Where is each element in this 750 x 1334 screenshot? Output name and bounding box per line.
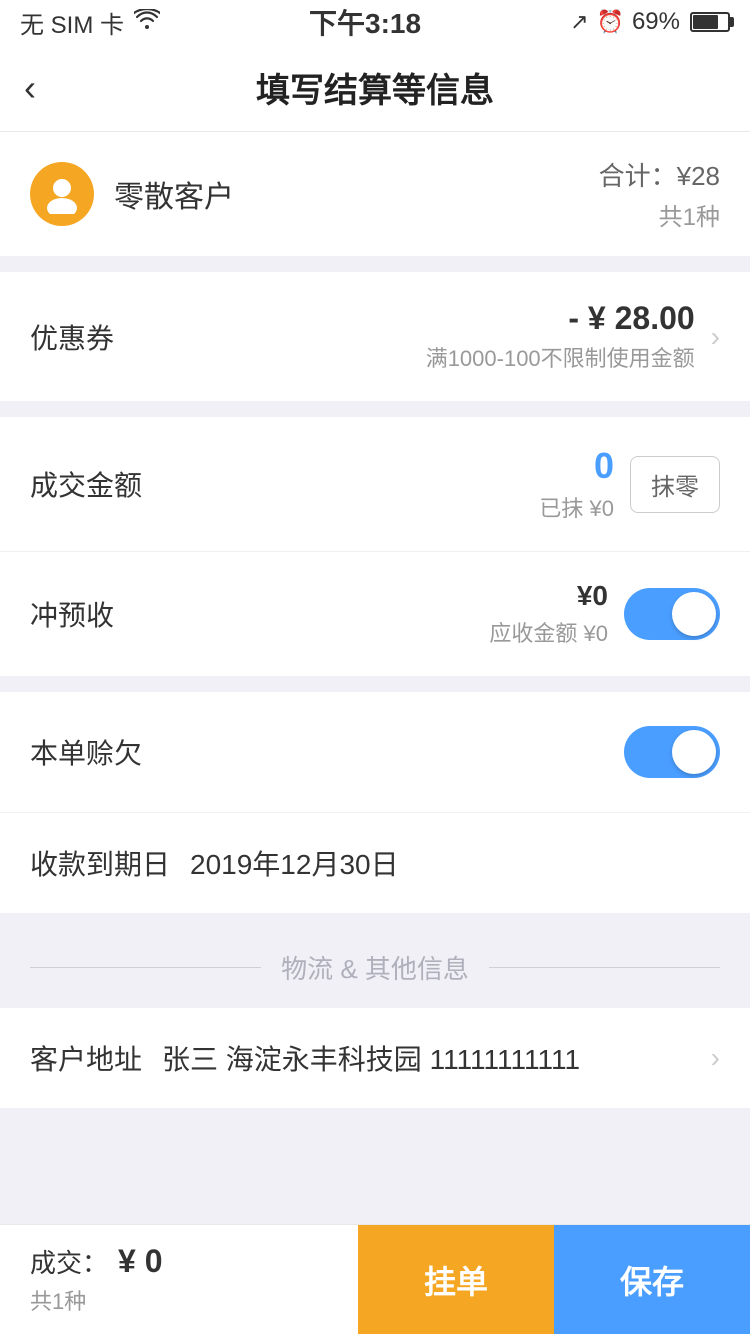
coupon-desc: 满1000-100不限制使用金额 [426, 341, 695, 373]
battery-percent: 69% [632, 8, 680, 36]
deal-prepay-section: 成交金额 0 已抹 ¥0 抹零 冲预收 ¥0 应收金额 ¥0 [0, 417, 750, 676]
wifi-icon [134, 8, 160, 36]
deal-amount-label: 成交金额 [30, 464, 142, 504]
status-right: ↗ ⏰ 69% [570, 8, 730, 36]
coupon-section: 优惠券 - ¥ 28.00 满1000-100不限制使用金额 › [0, 272, 750, 401]
prepay-right-container: ¥0 应收金额 ¥0 [489, 580, 720, 648]
alarm-icon: ⏰ [597, 9, 624, 35]
credit-label: 本单赊欠 [30, 732, 142, 772]
credit-section: 本单赊欠 收款到期日 2019年12月30日 [0, 692, 750, 913]
address-label: 客户地址 [30, 1038, 142, 1078]
customer-right: 合计：¥28 共1种 [599, 156, 720, 232]
due-date-value: 2019年12月30日 [190, 843, 399, 883]
customer-card: 零散客户 合计：¥28 共1种 [0, 132, 750, 256]
logistics-text: 物流 & 其他信息 [261, 949, 489, 986]
save-button[interactable]: 保存 [554, 1225, 750, 1334]
prepay-right: ¥0 应收金额 ¥0 [489, 580, 608, 648]
customer-avatar [30, 162, 94, 226]
total-label: 合计：¥28 [599, 156, 720, 193]
bottom-count: 共1种 [30, 1284, 328, 1316]
round-zero-button[interactable]: 抹零 [630, 456, 720, 513]
toggle-knob [672, 592, 716, 636]
bottom-summary: 成交： ¥ 0 共1种 [0, 1225, 358, 1334]
due-date-label: 收款到期日 [30, 843, 170, 883]
hold-button[interactable]: 挂单 [358, 1225, 554, 1334]
due-date-row: 收款到期日 2019年12月30日 [0, 812, 750, 913]
coupon-value: - ¥ 28.00 [426, 300, 695, 337]
prepay-row: 冲预收 ¥0 应收金额 ¥0 [0, 552, 750, 676]
bottom-bar: 成交： ¥ 0 共1种 挂单 保存 [0, 1224, 750, 1334]
already-rounded: 已抹 ¥0 [539, 491, 614, 523]
logistics-line-right [489, 967, 720, 968]
coupon-label: 优惠券 [30, 317, 114, 357]
coupon-chevron-icon: › [711, 321, 720, 353]
prepay-label: 冲预收 [30, 594, 114, 634]
address-row[interactable]: 客户地址 张三 海淀永丰科技园 11111111111 › [0, 1008, 750, 1108]
bottom-deal-label: 成交： [30, 1243, 108, 1280]
deal-amount-right: 0 已抹 ¥0 抹零 [539, 445, 720, 523]
status-time: 下午3:18 [309, 2, 421, 42]
deal-amount-value: 0 [539, 445, 614, 487]
status-left: 无 SIM 卡 [20, 5, 160, 40]
bottom-deal: 成交： ¥ 0 [30, 1243, 328, 1280]
no-sim-text: 无 SIM 卡 [20, 5, 124, 40]
credit-toggle-knob [672, 730, 716, 774]
prepay-toggle[interactable] [624, 588, 720, 640]
deal-amount-col: 0 已抹 ¥0 [539, 445, 614, 523]
address-chevron-icon: › [711, 1042, 720, 1074]
credit-toggle[interactable] [624, 726, 720, 778]
logistics-line-left [30, 967, 261, 968]
status-bar: 无 SIM 卡 下午3:18 ↗ ⏰ 69% [0, 0, 750, 44]
prepay-amount: ¥0 [489, 580, 608, 612]
back-button[interactable]: ‹ [24, 67, 36, 109]
address-value: 张三 海淀永丰科技园 11111111111 [162, 1038, 711, 1078]
content: 零散客户 合计：¥28 共1种 优惠券 - ¥ 28.00 满1000-100不… [0, 132, 750, 1228]
total-count: 共1种 [599, 197, 720, 232]
credit-row: 本单赊欠 [0, 692, 750, 812]
battery-icon [690, 12, 730, 32]
coupon-col: - ¥ 28.00 满1000-100不限制使用金额 [426, 300, 695, 373]
page-title: 填写结算等信息 [256, 63, 494, 112]
customer-name: 零散客户 [114, 172, 234, 216]
deal-amount-row: 成交金额 0 已抹 ¥0 抹零 [0, 417, 750, 552]
bottom-deal-amount: ¥ 0 [118, 1243, 162, 1280]
customer-left: 零散客户 [30, 162, 234, 226]
coupon-right: - ¥ 28.00 满1000-100不限制使用金额 › [426, 300, 720, 373]
location-icon: ↗ [570, 9, 588, 35]
logistics-divider: 物流 & 其他信息 [0, 929, 750, 1006]
coupon-row[interactable]: 优惠券 - ¥ 28.00 满1000-100不限制使用金额 › [0, 272, 750, 401]
nav-bar: ‹ 填写结算等信息 [0, 44, 750, 132]
prepay-receivable: 应收金额 ¥0 [489, 616, 608, 648]
